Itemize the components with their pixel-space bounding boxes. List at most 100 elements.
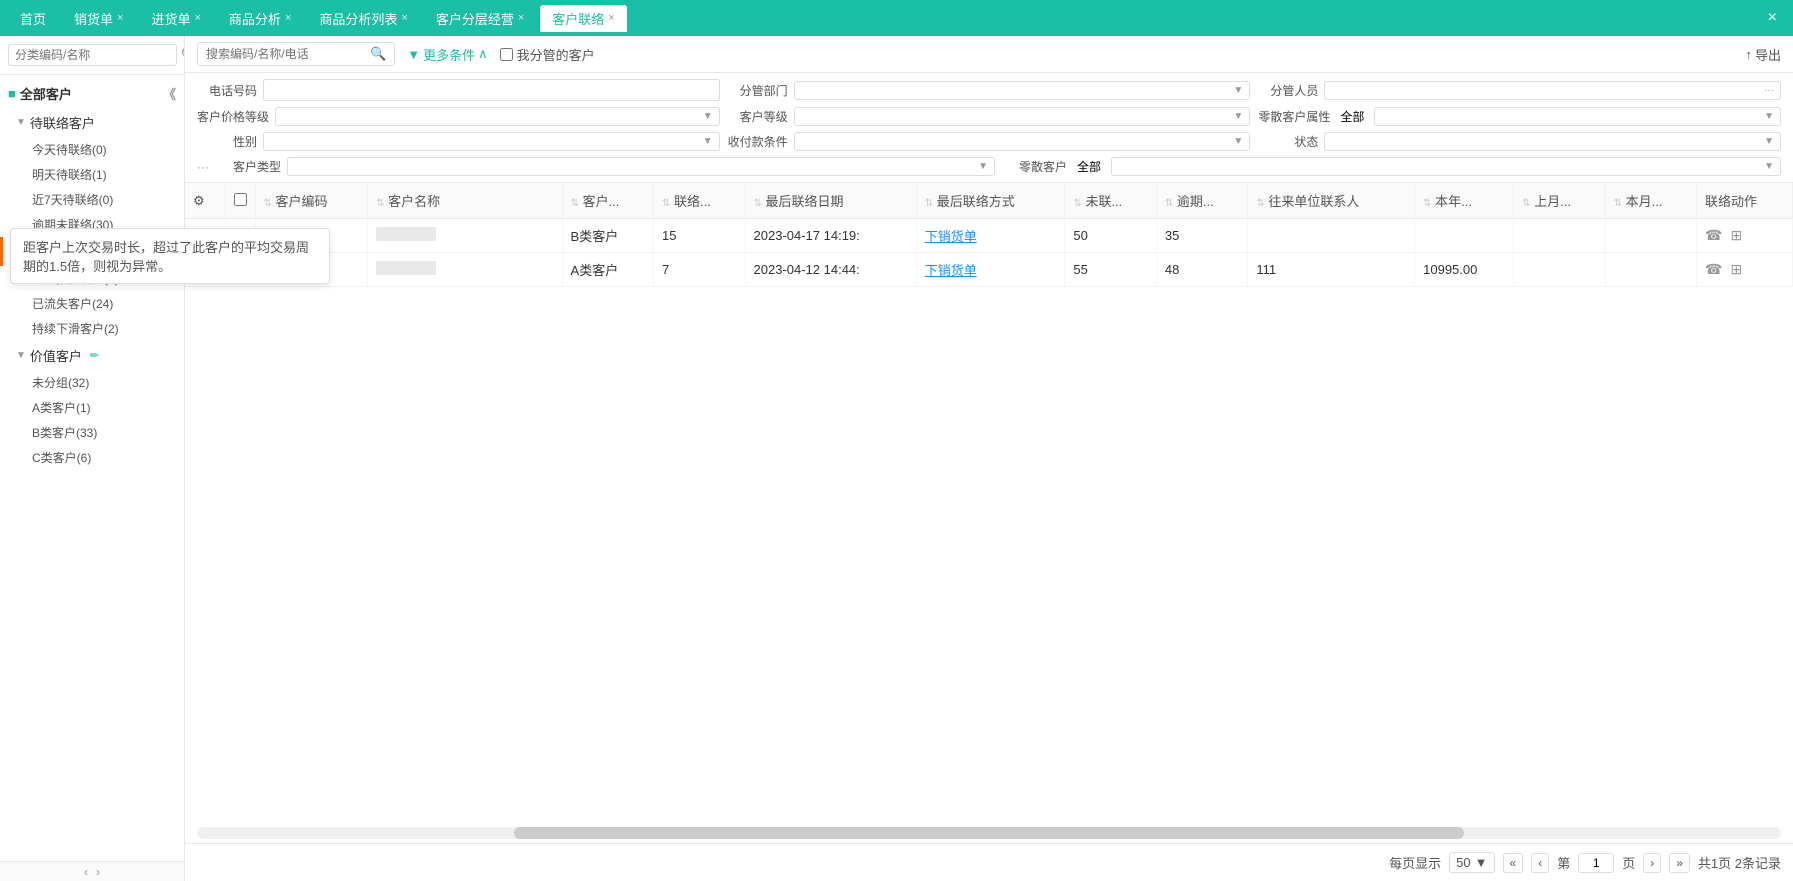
- col-overdue: ⇅ 逾期...: [1156, 183, 1247, 219]
- row-last-contact-method: 下销货单: [916, 219, 1065, 253]
- col-last-contact-date: ⇅ 最后联络日期: [745, 183, 916, 219]
- sidebar-search-input[interactable]: [8, 44, 177, 66]
- price-level-select[interactable]: ▼: [275, 107, 720, 126]
- first-page-button[interactable]: «: [1503, 853, 1524, 873]
- filter-status: 状态 ▼: [1258, 132, 1781, 151]
- branch-person-select[interactable]: ···: [1324, 81, 1781, 100]
- sidebar-item-tomorrow[interactable]: 明天待联络(1): [0, 162, 184, 187]
- more-conditions-button[interactable]: ▼ 更多条件 ∧: [407, 45, 487, 64]
- more-icon[interactable]: ⊞: [1731, 261, 1743, 278]
- row-this-year: 10995.00: [1415, 253, 1514, 287]
- arrow-icon: ▼: [16, 350, 26, 361]
- chevron-down-icon: ▼: [1233, 111, 1243, 122]
- phone-input[interactable]: [263, 79, 720, 101]
- scrollbar-thumb[interactable]: [514, 827, 1464, 839]
- name-placeholder: [376, 227, 436, 241]
- horizontal-scrollbar[interactable]: [197, 827, 1781, 839]
- close-all-tabs[interactable]: ×: [1760, 9, 1785, 27]
- filter-retail-attr: 零散客户属性 全部 ▼: [1258, 107, 1781, 126]
- nav-tab-analysis[interactable]: 商品分析 ×: [217, 5, 303, 32]
- chevron-down-icon: ▼: [1475, 855, 1488, 870]
- more-dots[interactable]: ···: [197, 160, 209, 174]
- search-input[interactable]: [206, 47, 366, 61]
- nav-tab-purchase[interactable]: 进货单 ×: [139, 5, 212, 32]
- retail-attr-select[interactable]: ▼: [1374, 107, 1781, 126]
- filter-branch-dept: 分管部门 ▼: [728, 79, 1251, 101]
- left-arrow-icon[interactable]: ‹: [84, 865, 88, 879]
- close-icon[interactable]: ×: [401, 12, 407, 24]
- export-button[interactable]: ↑ 导出: [1745, 45, 1781, 64]
- sidebar-item-lost[interactable]: 已流失客户(24): [0, 291, 184, 316]
- col-actions: 联络动作: [1697, 183, 1793, 219]
- close-icon[interactable]: ×: [518, 12, 524, 24]
- retail-customer-select[interactable]: ▼: [1111, 157, 1781, 176]
- status-select[interactable]: ▼: [1324, 132, 1781, 151]
- sidebar-all-customers[interactable]: ■ 全部客户 《: [0, 79, 184, 108]
- sidebar-group-value-customers[interactable]: ▼ 价值客户 ✏: [0, 341, 184, 370]
- sidebar-group-pending[interactable]: ▼ 待联络客户: [0, 108, 184, 137]
- contact-method-link[interactable]: 下销货单: [925, 229, 977, 244]
- table-wrapper: ⚙ ⇅ 客户编码 ⇅ 客户名称: [185, 183, 1793, 827]
- nav-tab-analysis-list[interactable]: 商品分析列表 ×: [307, 5, 419, 32]
- sort-icon: ⇅: [1165, 198, 1173, 209]
- collapse-icon[interactable]: 《: [163, 84, 176, 103]
- select-all-checkbox[interactable]: [234, 193, 247, 206]
- sidebar-item-today[interactable]: 今天待联络(0): [0, 137, 184, 162]
- branch-dept-select[interactable]: ▼: [794, 81, 1251, 100]
- name-placeholder: [376, 261, 436, 275]
- contact-method-link[interactable]: 下销货单: [925, 263, 977, 278]
- edit-icon[interactable]: ✏: [90, 349, 99, 362]
- last-page-button[interactable]: »: [1669, 853, 1690, 873]
- col-name: ⇅ 客户名称: [368, 183, 562, 219]
- price-level-label: 客户价格等级: [197, 108, 269, 125]
- close-icon[interactable]: ×: [608, 12, 614, 24]
- sort-icon: ⇅: [1073, 198, 1081, 209]
- branch-person-label: 分管人员: [1258, 82, 1318, 99]
- row-this-year: [1415, 219, 1514, 253]
- pagination: 每页显示 50 ▼ « ‹ 第 页 › » 共1页 2条记录: [185, 843, 1793, 881]
- sidebar-item-class-c[interactable]: C类客户(6): [0, 445, 184, 470]
- payment-terms-select[interactable]: ▼: [794, 132, 1251, 151]
- col-last-month: ⇅ 上月...: [1514, 183, 1605, 219]
- filter-bar-top: 🔍 ▼ 更多条件 ∧ 我分管的客户 ↑ 导出: [185, 36, 1793, 73]
- sort-icon: ⇅: [662, 198, 670, 209]
- chevron-down-icon: ▼: [978, 161, 988, 172]
- contact-icon[interactable]: ☎: [1705, 227, 1722, 244]
- close-icon[interactable]: ×: [194, 12, 200, 24]
- customer-level-label: 客户等级: [728, 108, 788, 125]
- nav-tab-customer-contact[interactable]: 客户联络 ×: [540, 5, 626, 32]
- close-icon[interactable]: ×: [285, 12, 291, 24]
- nav-tab-sales[interactable]: 销货单 ×: [62, 5, 135, 32]
- right-arrow-icon[interactable]: ›: [96, 865, 100, 879]
- my-customers-checkbox[interactable]: 我分管的客户: [500, 45, 595, 64]
- customer-type-select[interactable]: ▼: [287, 157, 995, 176]
- chevron-down-icon: ▼: [1764, 136, 1774, 147]
- sidebar-item-ungrouped[interactable]: 未分组(32): [0, 370, 184, 395]
- sidebar-item-7days[interactable]: 近7天待联络(0): [0, 187, 184, 212]
- page-size-select[interactable]: 50 ▼: [1449, 852, 1494, 873]
- row-name: [368, 253, 562, 287]
- more-icon[interactable]: ⊞: [1731, 227, 1743, 244]
- nav-tab-customer-segment[interactable]: 客户分层经营 ×: [424, 5, 536, 32]
- nav-home[interactable]: 首页: [8, 5, 58, 32]
- close-icon[interactable]: ×: [117, 12, 123, 24]
- sort-icon: ⇅: [571, 198, 579, 209]
- col-checkbox: [225, 183, 255, 219]
- chevron-icon: ∧: [478, 46, 488, 62]
- search-icon[interactable]: 🔍: [370, 46, 386, 62]
- sidebar-item-declining[interactable]: 持续下滑客户(2): [0, 316, 184, 341]
- next-page-button[interactable]: ›: [1643, 853, 1661, 873]
- sidebar-item-class-a[interactable]: A类客户(1): [0, 395, 184, 420]
- customer-level-select[interactable]: ▼: [794, 107, 1251, 126]
- sidebar-tree: ■ 全部客户 《 ▼ 待联络客户 今天待联络(0) 明天待联络(1) 近7天待联…: [0, 75, 184, 861]
- sidebar-item-class-b[interactable]: B类客户(33): [0, 420, 184, 445]
- total-records: 共1页 2条记录: [1698, 853, 1781, 872]
- payment-terms-label: 收付款条件: [728, 133, 788, 150]
- prev-page-button[interactable]: ‹: [1531, 853, 1549, 873]
- filter-branch-person: 分管人员 ···: [1258, 79, 1781, 101]
- contact-icon[interactable]: ☎: [1705, 261, 1722, 278]
- gender-select[interactable]: ▼: [263, 132, 720, 151]
- page-input[interactable]: [1578, 853, 1614, 873]
- sidebar-search-area: 🔍: [0, 36, 184, 75]
- my-customers-check[interactable]: [500, 48, 513, 61]
